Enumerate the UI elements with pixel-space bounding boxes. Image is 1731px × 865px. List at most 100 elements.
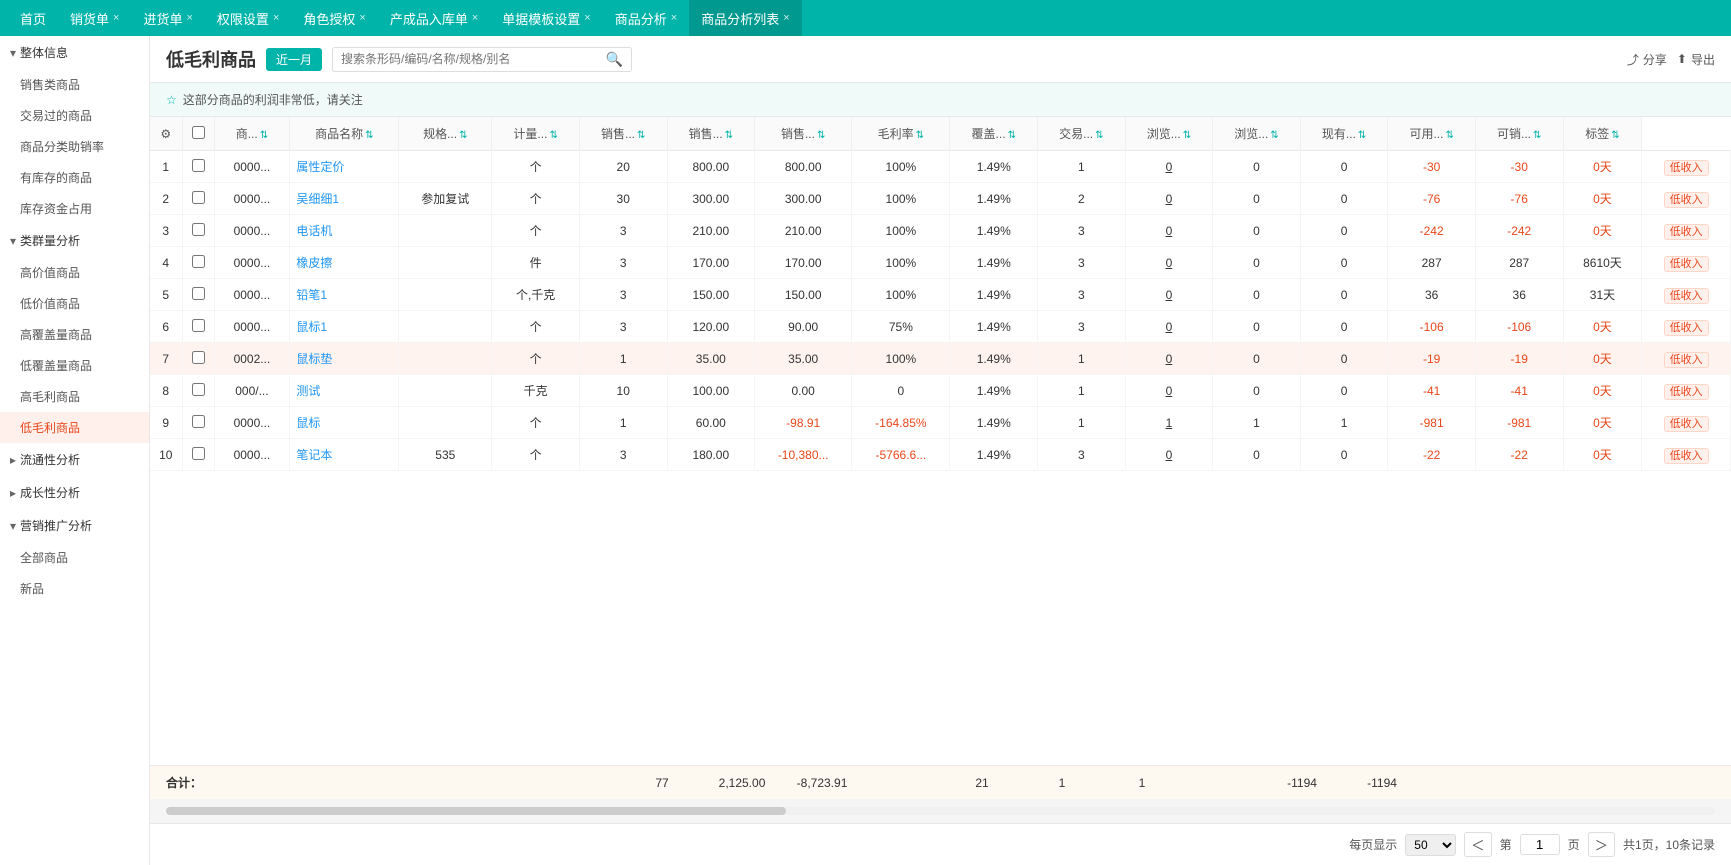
sidebar-item-low-value[interactable]: 低价值商品: [0, 288, 149, 319]
search-icon[interactable]: 🔍: [606, 51, 623, 68]
row-select-checkbox[interactable]: [192, 383, 205, 396]
nav-permissions[interactable]: 权限设置 ×: [205, 0, 291, 36]
row-select-checkbox[interactable]: [192, 319, 205, 332]
row-checkbox[interactable]: [182, 311, 214, 343]
col-spec[interactable]: 规格...⇅: [399, 117, 492, 151]
close-icon[interactable]: ×: [783, 12, 789, 24]
nav-product-analysis[interactable]: 商品分析 ×: [603, 0, 689, 36]
sidebar-item-high-coverage[interactable]: 高覆盖量商品: [0, 319, 149, 350]
nav-product-analysis-list[interactable]: 商品分析列表 ×: [689, 0, 801, 36]
nav-sales-order[interactable]: 销货单 ×: [58, 0, 131, 36]
sidebar-item-low-margin[interactable]: 低毛利商品: [0, 412, 149, 443]
sidebar-item-stock-products[interactable]: 有库存的商品: [0, 162, 149, 193]
row-trade[interactable]: 0: [1125, 375, 1213, 407]
col-current-stock[interactable]: 现有...⇅: [1300, 117, 1388, 151]
row-name[interactable]: 鼠标: [290, 407, 399, 439]
row-select-checkbox[interactable]: [192, 159, 205, 172]
sidebar-group-marketing[interactable]: ▾ 营销推广分析: [0, 509, 149, 542]
close-icon[interactable]: ×: [472, 12, 478, 24]
sidebar-item-all-products[interactable]: 全部商品: [0, 542, 149, 573]
row-trade[interactable]: 0: [1125, 247, 1213, 279]
row-trade[interactable]: 1: [1125, 407, 1213, 439]
row-select-checkbox[interactable]: [192, 287, 205, 300]
col-available[interactable]: 可用...⇅: [1388, 117, 1476, 151]
row-checkbox[interactable]: [182, 279, 214, 311]
col-tag[interactable]: 标签⇅: [1563, 117, 1642, 151]
col-sale-amount[interactable]: 销售...⇅: [755, 117, 852, 151]
close-icon[interactable]: ×: [113, 12, 119, 24]
col-browse2[interactable]: 浏览...⇅: [1213, 117, 1301, 151]
sidebar-group-growth[interactable]: ▸ 成长性分析: [0, 476, 149, 509]
col-saleable[interactable]: 可销...⇅: [1475, 117, 1563, 151]
sidebar-item-high-value[interactable]: 高价值商品: [0, 257, 149, 288]
nav-home[interactable]: 首页: [8, 0, 58, 36]
sidebar-item-new-products[interactable]: 新品: [0, 573, 149, 604]
nav-role-auth[interactable]: 角色授权 ×: [291, 0, 377, 36]
row-checkbox[interactable]: [182, 439, 214, 471]
row-trade[interactable]: 0: [1125, 279, 1213, 311]
col-gross-margin[interactable]: 毛利率⇅: [852, 117, 950, 151]
sidebar-item-high-margin[interactable]: 高毛利商品: [0, 381, 149, 412]
row-name[interactable]: 铅笔1: [290, 279, 399, 311]
row-select-checkbox[interactable]: [192, 351, 205, 364]
sidebar-item-traded-products[interactable]: 交易过的商品: [0, 100, 149, 131]
row-select-checkbox[interactable]: [192, 415, 205, 428]
nav-template-settings[interactable]: 单据模板设置 ×: [490, 0, 602, 36]
col-sale-price[interactable]: 销售...⇅: [667, 117, 755, 151]
sidebar-item-low-coverage[interactable]: 低覆盖量商品: [0, 350, 149, 381]
sidebar-group-circulation[interactable]: ▸ 流通性分析: [0, 443, 149, 476]
page-size-select[interactable]: 20 50 100: [1405, 834, 1456, 856]
sidebar-item-capital-usage[interactable]: 库存资金占用: [0, 193, 149, 224]
row-trade[interactable]: 0: [1125, 151, 1213, 183]
row-select-checkbox[interactable]: [192, 255, 205, 268]
horizontal-scrollbar-thumb[interactable]: [166, 807, 786, 815]
row-select-checkbox[interactable]: [192, 223, 205, 236]
date-filter-button[interactable]: 近一月: [266, 48, 322, 71]
row-name[interactable]: 测试: [290, 375, 399, 407]
col-code[interactable]: 商...⇅: [214, 117, 290, 151]
nav-product-entry[interactable]: 产成品入库单 ×: [378, 0, 490, 36]
close-icon[interactable]: ×: [584, 12, 590, 24]
close-icon[interactable]: ×: [671, 12, 677, 24]
row-name[interactable]: 笔记本: [290, 439, 399, 471]
row-trade[interactable]: 0: [1125, 343, 1213, 375]
row-trade[interactable]: 0: [1125, 215, 1213, 247]
col-unit[interactable]: 计量...⇅: [492, 117, 580, 151]
sidebar-group-cluster[interactable]: ▾ 类群量分析: [0, 224, 149, 257]
row-name[interactable]: 吴细细1: [290, 183, 399, 215]
sidebar-item-sales-products[interactable]: 销售类商品: [0, 69, 149, 100]
page-number-input[interactable]: [1520, 834, 1560, 855]
row-checkbox[interactable]: [182, 375, 214, 407]
col-browse1[interactable]: 浏览...⇅: [1125, 117, 1213, 151]
row-checkbox[interactable]: [182, 151, 214, 183]
row-trade[interactable]: 0: [1125, 311, 1213, 343]
close-icon[interactable]: ×: [186, 12, 192, 24]
col-coverage[interactable]: 覆盖...⇅: [950, 117, 1038, 151]
next-page-button[interactable]: ＞: [1588, 832, 1615, 857]
row-select-checkbox[interactable]: [192, 447, 205, 460]
row-checkbox[interactable]: [182, 407, 214, 439]
row-checkbox[interactable]: [182, 343, 214, 375]
row-trade[interactable]: 0: [1125, 183, 1213, 215]
sidebar-item-category-rate[interactable]: 商品分类助销率: [0, 131, 149, 162]
col-checkbox[interactable]: [182, 117, 214, 151]
row-checkbox[interactable]: [182, 247, 214, 279]
col-settings[interactable]: ⚙: [150, 117, 182, 151]
row-checkbox[interactable]: [182, 215, 214, 247]
row-name[interactable]: 鼠标垫: [290, 343, 399, 375]
row-name[interactable]: 橡皮擦: [290, 247, 399, 279]
row-checkbox[interactable]: [182, 183, 214, 215]
select-all-checkbox[interactable]: [192, 126, 205, 139]
nav-purchase-order[interactable]: 进货单 ×: [131, 0, 204, 36]
export-button[interactable]: ⬆ 导出: [1677, 51, 1715, 68]
row-trade[interactable]: 0: [1125, 439, 1213, 471]
col-sale-qty[interactable]: 销售...⇅: [579, 117, 667, 151]
row-name[interactable]: 鼠标1: [290, 311, 399, 343]
sidebar-group-overall[interactable]: ▾ 整体信息: [0, 36, 149, 69]
close-icon[interactable]: ×: [359, 12, 365, 24]
share-button[interactable]: ⤴ 分享: [1627, 51, 1667, 68]
col-name[interactable]: 商品名称⇅: [290, 117, 399, 151]
row-select-checkbox[interactable]: [192, 191, 205, 204]
row-name[interactable]: 属性定价: [290, 151, 399, 183]
horizontal-scrollbar-track[interactable]: [166, 807, 1715, 815]
